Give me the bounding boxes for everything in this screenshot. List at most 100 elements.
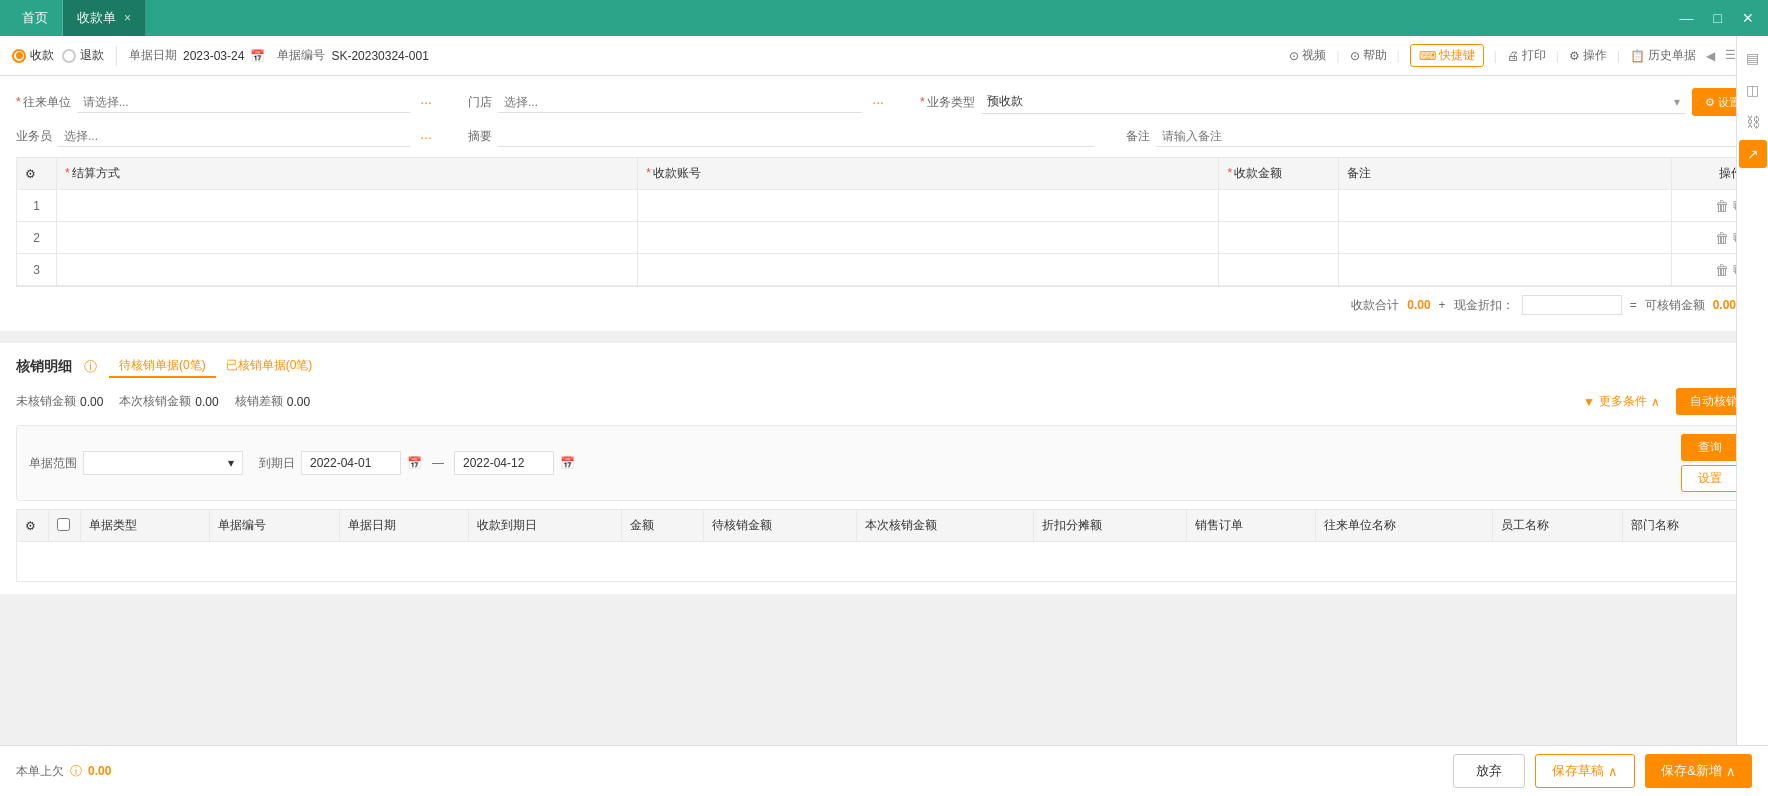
col-amount-header: 金额 bbox=[622, 510, 704, 542]
row-3-account[interactable] bbox=[638, 254, 1219, 286]
calendar-to-icon[interactable]: 📅 bbox=[560, 456, 575, 470]
row-3-delete-icon[interactable]: 🗑 bbox=[1715, 262, 1729, 278]
col-account-header: 收款账号 bbox=[638, 158, 1219, 190]
refund-radio[interactable]: 退款 bbox=[62, 47, 104, 64]
row-1-amount[interactable] bbox=[1219, 190, 1339, 222]
row-2-amount[interactable] bbox=[1219, 222, 1339, 254]
row-1-delete-icon[interactable]: 🗑 bbox=[1715, 198, 1729, 214]
receipt-type-radio-group: 收款 退款 bbox=[12, 47, 104, 64]
toolbar-divider-6: | bbox=[1617, 49, 1620, 63]
sidebar-icon-1[interactable]: ▤ bbox=[1739, 44, 1767, 72]
empty-cell bbox=[17, 542, 1752, 582]
receipt-radio[interactable]: 收款 bbox=[12, 47, 54, 64]
row-2-num: 2 bbox=[17, 222, 57, 254]
pending-tab[interactable]: 待核销单据(0笔) bbox=[109, 355, 216, 378]
partner-more-button[interactable]: ··· bbox=[416, 94, 436, 110]
biz-type-value: 预收款 bbox=[987, 93, 1023, 110]
col-partner-header: 往来单位名称 bbox=[1316, 510, 1493, 542]
row-1-settlement[interactable] bbox=[57, 190, 638, 222]
row-3-notes[interactable] bbox=[1339, 254, 1672, 286]
close-button[interactable]: ✕ bbox=[1736, 8, 1760, 28]
verification-section: 核销明细 ⓘ 待核销单据(0笔) 已核销单据(0笔) 未核销金额 0.00 本次… bbox=[0, 339, 1768, 594]
bill-info-icon[interactable]: ⓘ bbox=[70, 763, 82, 780]
more-conditions-button[interactable]: ▼ 更多条件 ∧ bbox=[1583, 393, 1660, 410]
print-button[interactable]: 🖨 打印 bbox=[1507, 47, 1546, 64]
row-2-notes[interactable] bbox=[1339, 222, 1672, 254]
save-new-label: 保存&新增 bbox=[1661, 762, 1722, 780]
discount-label: 现金折扣： bbox=[1454, 297, 1514, 314]
date-from-input[interactable] bbox=[301, 451, 401, 475]
sidebar-icon-2[interactable]: ◫ bbox=[1739, 76, 1767, 104]
summary-label: 摘要 bbox=[468, 128, 492, 145]
current-stat: 本次核销金额 0.00 bbox=[119, 393, 218, 410]
row-2-delete-icon[interactable]: 🗑 bbox=[1715, 230, 1729, 246]
save-new-button[interactable]: 保存&新增 ∧ bbox=[1645, 754, 1752, 788]
scroll-area: 往来单位 ··· 门店 ··· 业务类型 预收款 ▾ ⚙ 设置 bbox=[0, 76, 1768, 792]
maximize-button[interactable]: □ bbox=[1708, 8, 1728, 28]
due-date-field: 到期日 📅 — 📅 bbox=[259, 451, 575, 475]
discount-input[interactable] bbox=[1522, 295, 1622, 315]
date-to-input[interactable] bbox=[454, 451, 554, 475]
col-settings-th[interactable]: ⚙ bbox=[17, 510, 49, 542]
toolbar-divider-2: | bbox=[1336, 49, 1339, 63]
table-row: 2 🗑 ⧉ bbox=[17, 222, 1752, 254]
summary-input[interactable] bbox=[498, 126, 1094, 147]
filter-settings-button[interactable]: 设置 bbox=[1681, 465, 1739, 492]
receipt-radio-circle bbox=[12, 49, 26, 63]
save-draft-button[interactable]: 保存草稿 ∧ bbox=[1535, 754, 1635, 788]
biz-type-select[interactable]: 预收款 ▾ bbox=[981, 90, 1686, 114]
row-1-account[interactable] bbox=[638, 190, 1219, 222]
operation-button[interactable]: ⚙ 操作 bbox=[1569, 47, 1607, 64]
sidebar-icon-4[interactable]: ↗ bbox=[1739, 140, 1767, 168]
range-chevron-icon: ▾ bbox=[228, 456, 234, 470]
shortcut-button[interactable]: ⌨ 快捷键 bbox=[1410, 44, 1484, 67]
done-tab[interactable]: 已核销单据(0笔) bbox=[216, 355, 323, 378]
help-icon: ⊙ bbox=[1350, 49, 1360, 63]
minimize-button[interactable]: — bbox=[1674, 8, 1700, 28]
query-button[interactable]: 查询 bbox=[1681, 434, 1739, 461]
date-field: 单据日期 2023-03-24 📅 bbox=[129, 47, 265, 64]
sidebar-icon-3[interactable]: ⛓ bbox=[1739, 108, 1767, 136]
row-2-account[interactable] bbox=[638, 222, 1219, 254]
nav-arrows: ◀ bbox=[1706, 49, 1715, 63]
receipt-table: ⚙ 结算方式 收款账号 收款金额 备注 操作 1 bbox=[16, 157, 1752, 286]
refund-radio-label: 退款 bbox=[80, 47, 104, 64]
footer: 本单上欠 ⓘ 0.00 放弃 保存草稿 ∧ 保存&新增 ∧ bbox=[0, 745, 1768, 792]
col-checkbox-th[interactable] bbox=[49, 510, 81, 542]
link-icon: ⛓ bbox=[1746, 114, 1760, 130]
video-icon: ⊙ bbox=[1289, 49, 1299, 63]
history-button[interactable]: 📋 历史单据 bbox=[1630, 47, 1696, 64]
range-select[interactable]: ▾ bbox=[83, 451, 243, 475]
notes-label: 备注 bbox=[1126, 128, 1150, 145]
row-2-settlement[interactable] bbox=[57, 222, 638, 254]
col-current-header: 本次核销金额 bbox=[856, 510, 1033, 542]
date-calendar-icon[interactable]: 📅 bbox=[250, 49, 265, 63]
tab-receipt[interactable]: 收款单 × bbox=[63, 0, 146, 36]
row-3-amount[interactable] bbox=[1219, 254, 1339, 286]
table-icon: ▤ bbox=[1746, 50, 1759, 66]
row-1-notes[interactable] bbox=[1339, 190, 1672, 222]
table-settings-th[interactable]: ⚙ bbox=[17, 158, 57, 190]
range-field: 单据范围 ▾ bbox=[29, 451, 243, 475]
receipt-radio-label: 收款 bbox=[30, 47, 54, 64]
calendar-from-icon[interactable]: 📅 bbox=[407, 456, 422, 470]
list-view-icon[interactable]: ☰ bbox=[1725, 48, 1736, 64]
row-3-settlement[interactable] bbox=[57, 254, 638, 286]
abandon-button[interactable]: 放弃 bbox=[1453, 754, 1525, 788]
col-notes-header: 备注 bbox=[1339, 158, 1672, 190]
store-input[interactable] bbox=[498, 92, 862, 113]
verification-info-icon[interactable]: ⓘ bbox=[84, 358, 97, 376]
select-all-checkbox[interactable] bbox=[57, 518, 70, 531]
help-button[interactable]: ⊙ 帮助 bbox=[1350, 47, 1387, 64]
partner-input[interactable] bbox=[77, 92, 411, 113]
salesperson-input[interactable] bbox=[58, 126, 410, 147]
col-number-header: 单据编号 bbox=[210, 510, 339, 542]
salesperson-more-button[interactable]: ··· bbox=[416, 129, 436, 145]
store-more-button[interactable]: ··· bbox=[868, 94, 888, 110]
nav-prev-icon[interactable]: ◀ bbox=[1706, 49, 1715, 63]
notes-input[interactable] bbox=[1156, 126, 1752, 147]
tab-home[interactable]: 首页 bbox=[8, 0, 63, 36]
right-sidebar: ▤ ◫ ⛓ ↗ bbox=[1736, 36, 1768, 792]
video-button[interactable]: ⊙ 视频 bbox=[1289, 47, 1326, 64]
tab-close-icon[interactable]: × bbox=[124, 11, 131, 25]
